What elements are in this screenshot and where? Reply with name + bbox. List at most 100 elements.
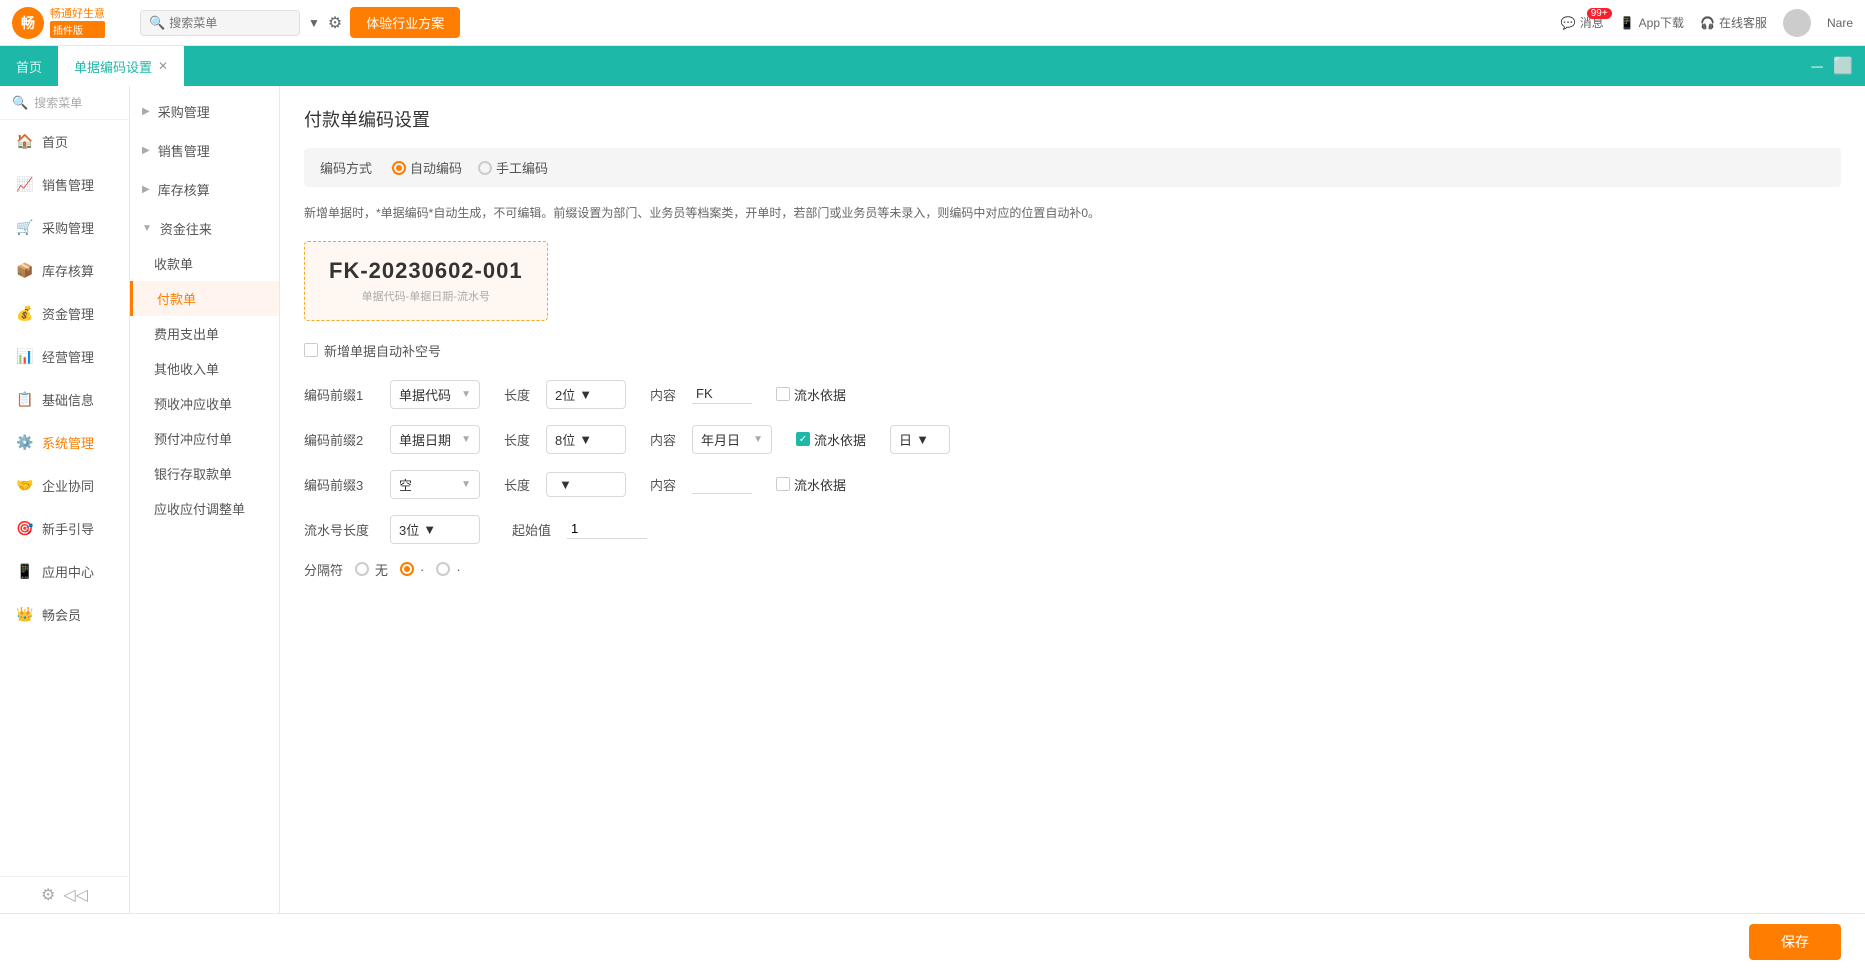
auto-code-label: 自动编码: [410, 158, 462, 177]
content-select-2[interactable]: 年月日 ▼: [692, 425, 772, 454]
content-label-3: 内容: [650, 475, 676, 494]
start-label: 起始值: [512, 520, 551, 539]
flow-checkbox-1[interactable]: 流水依据: [776, 385, 846, 404]
sep-radio-dot[interactable]: ·: [400, 562, 424, 577]
serial-row: 流水号长度 3位 ▼ 起始值: [304, 515, 1841, 544]
sidebar-settings-icon[interactable]: ⚙: [41, 885, 55, 905]
sidebar-bottom: ⚙ ◁◁: [0, 876, 129, 913]
prefix-select-1-value: 单据代码: [399, 385, 451, 404]
content-label-2: 内容: [650, 430, 676, 449]
auto-fill-label: 新增单据自动补空号: [324, 341, 441, 360]
sec-nav-item-pre-payment[interactable]: 预付冲应付单: [130, 421, 279, 456]
sidebar-item-inventory[interactable]: 📦 库存核算: [0, 249, 129, 292]
sec-nav-group-purchase-header[interactable]: ▶ 采购管理: [130, 94, 279, 129]
code-preview: FK-20230602-001 单据代码-单据日期-流水号: [304, 241, 548, 321]
auto-code-radio[interactable]: 自动编码: [392, 158, 462, 177]
sep-dot-dot: [400, 562, 414, 576]
settings-icon[interactable]: ⚙: [328, 13, 342, 33]
sidebar-item-home[interactable]: 🏠 首页: [0, 120, 129, 163]
sec-nav-finance-label: 资金往来: [160, 219, 212, 238]
flow-checkbox-2[interactable]: ✓ 流水依据: [796, 430, 866, 449]
content-input-1[interactable]: [692, 384, 752, 404]
sec-nav-group-finance: ▼ 资金往来 收款单 付款单 费用支出单 其他收入单 预收冲应收单 预付冲应付单…: [130, 211, 279, 526]
sec-nav-item-expense[interactable]: 费用支出单: [130, 316, 279, 351]
user-name: Nare: [1827, 16, 1853, 30]
sec-nav-group-finance-header[interactable]: ▼ 资金往来: [130, 211, 279, 246]
length-select-1[interactable]: 2位 ▼: [546, 380, 626, 409]
sep-value-none: 无: [375, 560, 388, 579]
sidebar-collapse-icon[interactable]: ◁◁: [63, 885, 88, 905]
app-download-item[interactable]: 📱 App下载: [1620, 14, 1684, 31]
tab-home[interactable]: 首页: [0, 46, 58, 86]
sidebar-item-operation[interactable]: 📊 经营管理: [0, 335, 129, 378]
search-input[interactable]: [169, 16, 289, 30]
sep-radio-dash[interactable]: ·: [436, 562, 460, 577]
content-select-2-arrow: ▼: [753, 434, 763, 445]
sec-nav-item-other-income[interactable]: 其他收入单: [130, 351, 279, 386]
sidebar-item-finance[interactable]: 💰 资金管理: [0, 292, 129, 335]
prefix-select-1-arrow: ▼: [461, 389, 471, 400]
flow-checkbox-3[interactable]: 流水依据: [776, 475, 846, 494]
sec-nav-item-pre-receipt[interactable]: 预收冲应收单: [130, 386, 279, 421]
sidebar-item-purchase[interactable]: 🛒 采购管理: [0, 206, 129, 249]
trial-button[interactable]: 体验行业方案: [350, 7, 460, 38]
content-input-3[interactable]: [692, 474, 752, 494]
maximize-icon[interactable]: ⬜: [1833, 56, 1853, 76]
sec-nav-item-adjustment[interactable]: 应收应付调整单: [130, 491, 279, 526]
top-bar: 畅 畅通好生意 插件版 🔍 ▼ ⚙ 体验行业方案 💬 消息 99+ 📱 App下…: [0, 0, 1865, 46]
sidebar-item-system[interactable]: ⚙️ 系统管理: [0, 421, 129, 464]
config-row-3: 编码前缀3 空 ▼ 长度 ▼ 内容 流水依据: [304, 470, 1841, 499]
flow-day-select[interactable]: 日 ▼: [890, 425, 950, 454]
sec-nav-item-receipt[interactable]: 收款单: [130, 246, 279, 281]
search-bar[interactable]: 🔍: [140, 10, 300, 36]
purchase-icon: 🛒: [16, 219, 34, 237]
sec-nav-item-bank[interactable]: 银行存取款单: [130, 456, 279, 491]
top-bar-right: 💬 消息 99+ 📱 App下载 🎧 在线客服 Nare: [1561, 9, 1853, 37]
logo: 畅 畅通好生意 插件版: [12, 7, 132, 39]
prefix-select-3-arrow: ▼: [461, 479, 471, 490]
sidebar-search[interactable]: 🔍 搜索菜单: [0, 86, 129, 120]
sidebar-item-enterprise[interactable]: 🤝 企业协同: [0, 464, 129, 507]
minimize-icon[interactable]: －: [1809, 54, 1825, 78]
sidebar-item-sales[interactable]: 📈 销售管理: [0, 163, 129, 206]
close-icon[interactable]: ✕: [158, 59, 168, 73]
logo-text: 畅通好生意: [50, 7, 105, 21]
sidebar-item-sales-label: 销售管理: [42, 175, 94, 194]
message-badge: 99+: [1587, 8, 1612, 19]
length-select-2[interactable]: 8位 ▼: [546, 425, 626, 454]
sidebar-item-basic[interactable]: 📋 基础信息: [0, 378, 129, 421]
manual-code-radio[interactable]: 手工编码: [478, 158, 548, 177]
sep-label: 分隔符: [304, 560, 343, 579]
sec-nav-item-payment[interactable]: 付款单: [130, 281, 279, 316]
sidebar: 🔍 搜索菜单 🏠 首页 📈 销售管理 🛒 采购管理 📦 库存核算 💰 资金管理 …: [0, 86, 130, 913]
auto-fill-checkbox[interactable]: [304, 343, 318, 357]
prefix-select-2[interactable]: 单据日期 ▼: [390, 425, 480, 454]
prefix-select-1[interactable]: 单据代码 ▼: [390, 380, 480, 409]
config-row-1: 编码前缀1 单据代码 ▼ 长度 2位 ▼ 内容 流水依据: [304, 380, 1841, 409]
sec-nav-inventory-label: 库存核算: [158, 180, 210, 199]
top-dropdown[interactable]: ▼: [308, 16, 320, 30]
sec-nav-group-sales: ▶ 销售管理: [130, 133, 279, 168]
sidebar-item-appcenter[interactable]: 📱 应用中心: [0, 550, 129, 593]
auto-fill-row: 新增单据自动补空号: [304, 341, 1841, 360]
start-input[interactable]: [567, 519, 647, 539]
sec-nav-group-sales-header[interactable]: ▶ 销售管理: [130, 133, 279, 168]
prefix-select-3-value: 空: [399, 475, 412, 494]
sidebar-item-member-label: 畅会员: [42, 605, 81, 624]
length-arrow-2: ▼: [579, 432, 592, 447]
tab-encoding-settings[interactable]: 单据编码设置 ✕: [58, 46, 184, 86]
code-preview-main: FK-20230602-001: [329, 258, 523, 284]
prefix-select-3[interactable]: 空 ▼: [390, 470, 480, 499]
sidebar-item-member[interactable]: 👑 畅会员: [0, 593, 129, 636]
sep-radio-none[interactable]: 无: [355, 560, 388, 579]
manual-code-radio-dot: [478, 161, 492, 175]
save-button[interactable]: 保存: [1749, 924, 1841, 960]
config-label-3: 编码前缀3: [304, 475, 374, 494]
sec-nav-group-inventory-header[interactable]: ▶ 库存核算: [130, 172, 279, 207]
length-select-3[interactable]: ▼: [546, 472, 626, 497]
message-item[interactable]: 💬 消息 99+: [1561, 14, 1604, 31]
serial-select[interactable]: 3位 ▼: [390, 515, 480, 544]
sales-icon: 📈: [16, 176, 34, 194]
sidebar-item-newguide[interactable]: 🎯 新手引导: [0, 507, 129, 550]
online-service-item[interactable]: 🎧 在线客服: [1700, 14, 1767, 31]
